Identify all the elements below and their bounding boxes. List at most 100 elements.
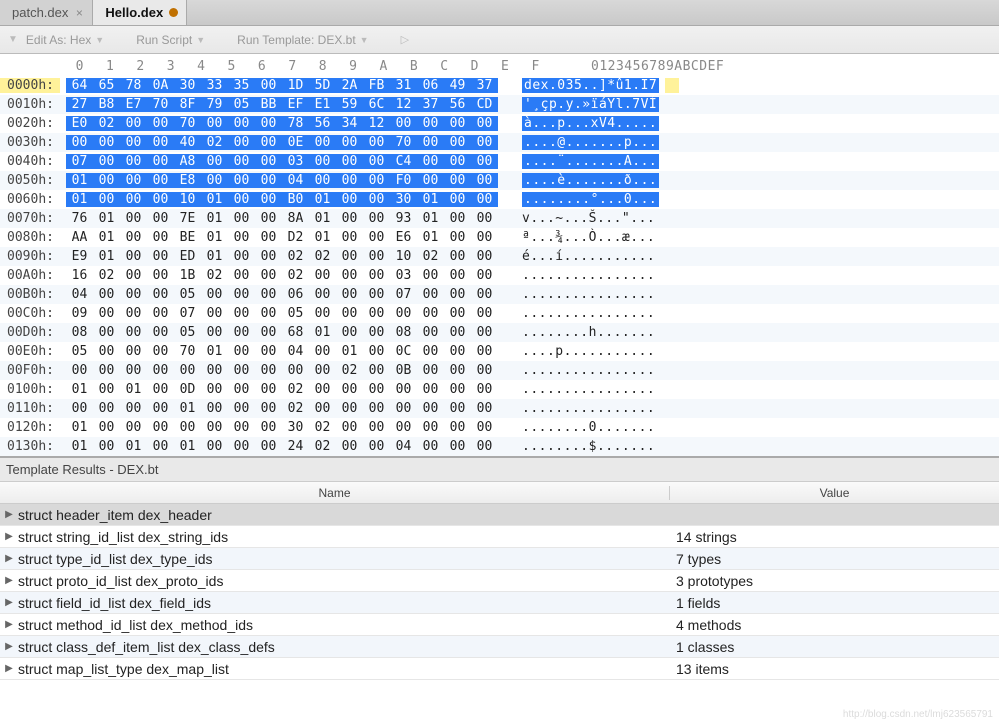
- hex-bytes[interactable]: 07000000A800000003000000C4000000: [60, 154, 504, 169]
- hex-bytes[interactable]: 27B8E7708F7905BBEFE1596C123756CD: [60, 97, 504, 112]
- hex-byte[interactable]: 00: [255, 344, 282, 359]
- hex-byte[interactable]: 00: [363, 287, 390, 302]
- hex-row[interactable]: 00B0h:04000000050000000600000007000000..…: [0, 285, 999, 304]
- hex-byte[interactable]: 04: [66, 287, 93, 302]
- hex-byte[interactable]: 00: [255, 249, 282, 264]
- hex-ascii[interactable]: ................: [522, 268, 655, 283]
- hex-byte[interactable]: 00: [363, 173, 390, 188]
- hex-byte[interactable]: 01: [120, 382, 147, 397]
- hex-byte[interactable]: 00: [471, 211, 498, 226]
- hex-byte[interactable]: 02: [309, 420, 336, 435]
- hex-byte[interactable]: 70: [174, 116, 201, 131]
- hex-byte[interactable]: 04: [282, 173, 309, 188]
- hex-byte[interactable]: 00: [201, 154, 228, 169]
- hex-byte[interactable]: 00: [309, 154, 336, 169]
- hex-byte[interactable]: 00: [363, 325, 390, 340]
- hex-byte[interactable]: 00: [363, 382, 390, 397]
- hex-byte[interactable]: 00: [147, 287, 174, 302]
- hex-byte[interactable]: 00: [444, 230, 471, 245]
- hex-byte[interactable]: 00: [336, 268, 363, 283]
- hex-byte[interactable]: 05: [66, 344, 93, 359]
- hex-byte[interactable]: 00: [471, 382, 498, 397]
- hex-byte[interactable]: 02: [282, 382, 309, 397]
- hex-byte[interactable]: 30: [282, 420, 309, 435]
- hex-byte[interactable]: 00: [120, 116, 147, 131]
- hex-byte[interactable]: 00: [255, 268, 282, 283]
- hex-byte[interactable]: 00: [147, 344, 174, 359]
- hex-byte[interactable]: 00: [309, 344, 336, 359]
- hex-byte[interactable]: 01: [417, 192, 444, 207]
- hex-byte[interactable]: 00: [147, 268, 174, 283]
- hex-byte[interactable]: 00: [255, 401, 282, 416]
- hex-byte[interactable]: 08: [390, 325, 417, 340]
- hex-byte[interactable]: 8A: [282, 211, 309, 226]
- hex-byte[interactable]: 00: [147, 230, 174, 245]
- hex-byte[interactable]: 00: [417, 401, 444, 416]
- hex-byte[interactable]: 00: [471, 249, 498, 264]
- hex-byte[interactable]: 01: [336, 344, 363, 359]
- hex-byte[interactable]: 00: [201, 325, 228, 340]
- hex-byte[interactable]: 00: [255, 192, 282, 207]
- hex-row[interactable]: 0080h:AA010000BE010000D2010000E6010000ª.…: [0, 228, 999, 247]
- hex-byte[interactable]: 00: [363, 363, 390, 378]
- hex-byte[interactable]: 00: [93, 154, 120, 169]
- hex-byte[interactable]: 00: [444, 439, 471, 454]
- hex-byte[interactable]: 00: [255, 287, 282, 302]
- hex-byte[interactable]: 00: [471, 268, 498, 283]
- hex-byte[interactable]: 01: [93, 249, 120, 264]
- hex-byte[interactable]: 00: [282, 363, 309, 378]
- hex-byte[interactable]: 00: [255, 211, 282, 226]
- hex-byte[interactable]: 34: [336, 116, 363, 131]
- hex-byte[interactable]: 06: [282, 287, 309, 302]
- hex-byte[interactable]: 00: [336, 382, 363, 397]
- hex-byte[interactable]: 05: [174, 325, 201, 340]
- hex-byte[interactable]: 00: [147, 401, 174, 416]
- disclosure-triangle-icon[interactable]: ▶: [0, 641, 18, 652]
- hex-byte[interactable]: 00: [444, 154, 471, 169]
- hex-byte[interactable]: 00: [390, 382, 417, 397]
- hex-row[interactable]: 0010h:27B8E7708F7905BBEFE1596C123756CD'¸…: [0, 95, 999, 114]
- hex-ascii[interactable]: '¸çp.y.»ïáYl.7VÍ: [522, 97, 659, 112]
- hex-byte[interactable]: AA: [66, 230, 93, 245]
- hex-byte[interactable]: 00: [66, 401, 93, 416]
- hex-byte[interactable]: 12: [390, 97, 417, 112]
- hex-byte[interactable]: 64: [66, 78, 93, 93]
- hex-byte[interactable]: 01: [93, 230, 120, 245]
- hex-bytes[interactable]: 0100000010010000B001000030010000: [60, 192, 504, 207]
- hex-byte[interactable]: 00: [336, 211, 363, 226]
- hex-byte[interactable]: 00: [228, 382, 255, 397]
- hex-byte[interactable]: 00: [390, 306, 417, 321]
- template-row[interactable]: ▶struct field_id_list dex_field_ids1 fie…: [0, 592, 999, 614]
- hex-byte[interactable]: 00: [255, 325, 282, 340]
- hex-byte[interactable]: 00: [390, 116, 417, 131]
- hex-byte[interactable]: 59: [336, 97, 363, 112]
- hex-byte[interactable]: 5D: [309, 78, 336, 93]
- hex-byte[interactable]: 00: [255, 173, 282, 188]
- hex-byte[interactable]: 00: [120, 211, 147, 226]
- hex-byte[interactable]: 00: [363, 230, 390, 245]
- hex-byte[interactable]: 02: [201, 268, 228, 283]
- hex-byte[interactable]: 00: [444, 382, 471, 397]
- hex-byte[interactable]: 00: [309, 173, 336, 188]
- hex-byte[interactable]: 40: [174, 135, 201, 150]
- hex-byte[interactable]: 00: [147, 249, 174, 264]
- hex-bytes[interactable]: 04000000050000000600000007000000: [60, 287, 504, 302]
- hex-byte[interactable]: 00: [444, 325, 471, 340]
- hex-byte[interactable]: 24: [282, 439, 309, 454]
- hex-byte[interactable]: 00: [444, 135, 471, 150]
- hex-ascii[interactable]: ........0.......: [522, 420, 655, 435]
- hex-ascii[interactable]: dex.035..]*û1.I7: [522, 78, 659, 93]
- hex-byte[interactable]: 00: [228, 325, 255, 340]
- hex-byte[interactable]: 00: [66, 363, 93, 378]
- hex-byte[interactable]: 00: [417, 268, 444, 283]
- hex-byte[interactable]: 00: [228, 287, 255, 302]
- hex-byte[interactable]: 00: [336, 439, 363, 454]
- hex-byte[interactable]: 00: [228, 249, 255, 264]
- hex-byte[interactable]: 00: [228, 230, 255, 245]
- hex-byte[interactable]: 00: [417, 439, 444, 454]
- hex-byte[interactable]: 79: [201, 97, 228, 112]
- hex-byte[interactable]: 00: [363, 154, 390, 169]
- hex-ascii[interactable]: ................: [522, 287, 655, 302]
- hex-byte[interactable]: 00: [255, 154, 282, 169]
- hex-byte[interactable]: 00: [174, 363, 201, 378]
